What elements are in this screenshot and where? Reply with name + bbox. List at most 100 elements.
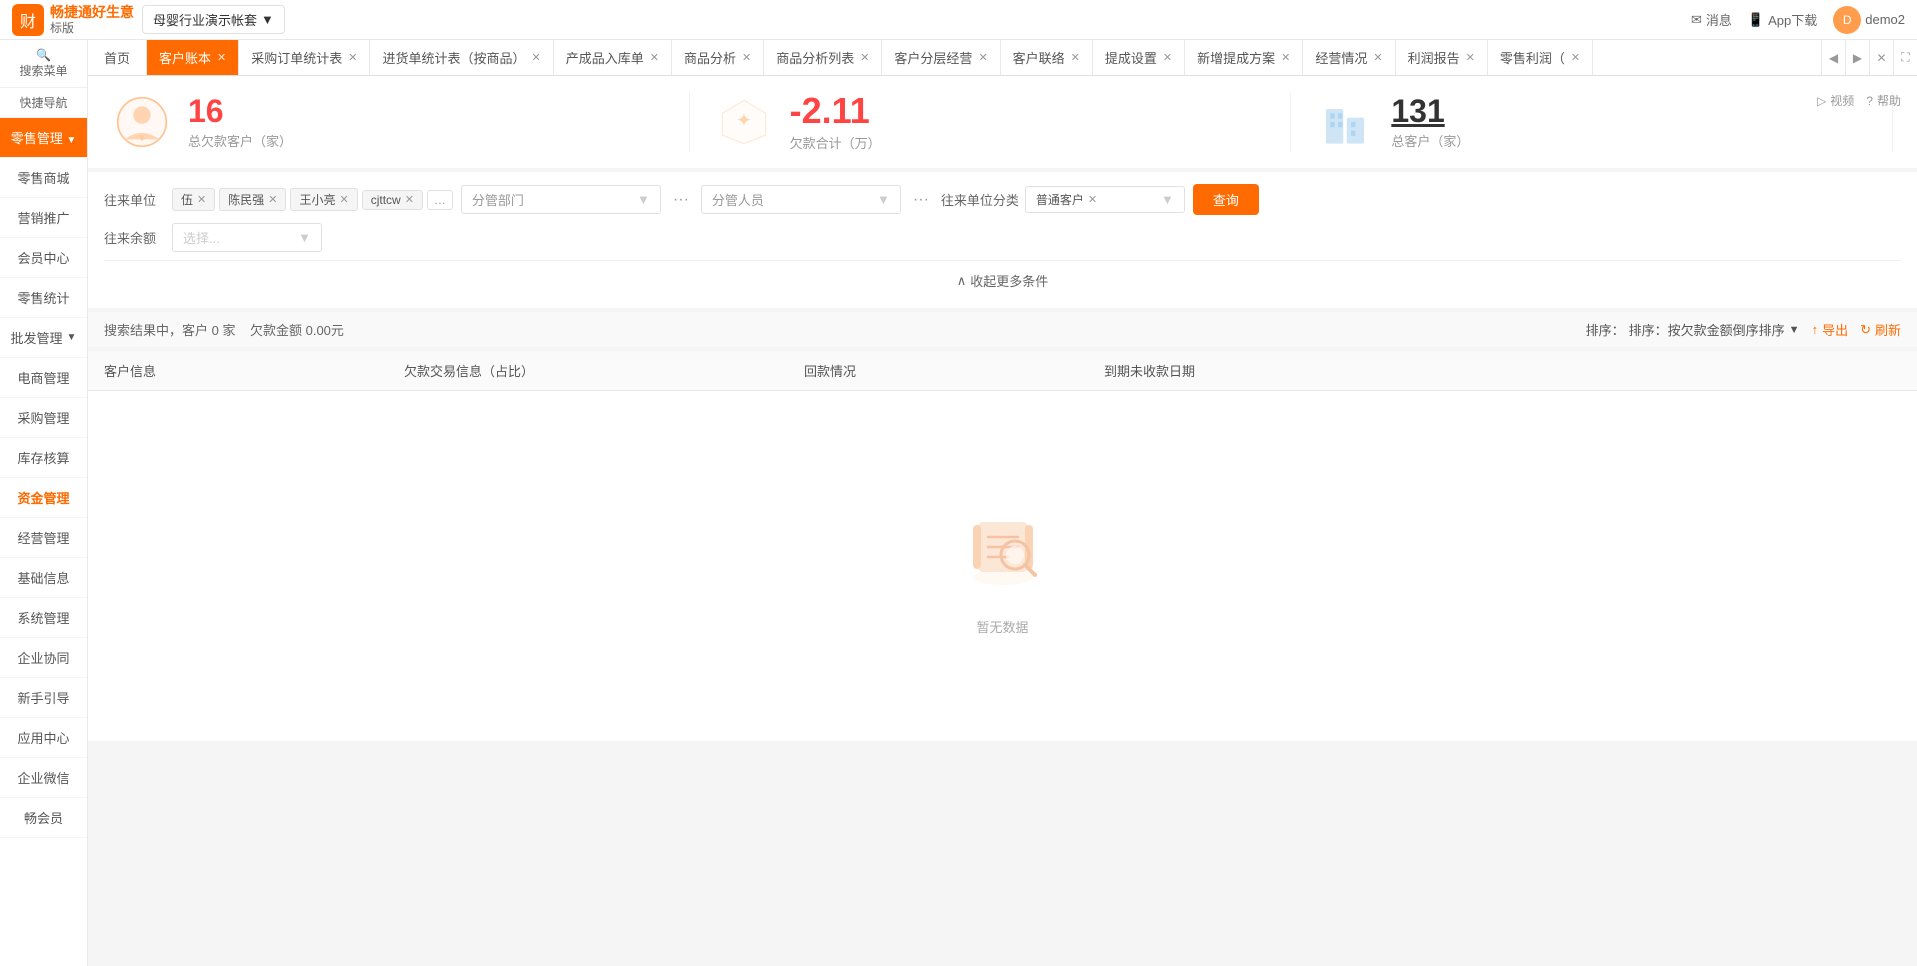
- balance-label: 往来余额: [104, 228, 164, 247]
- app-download-button[interactable]: 📱 App下载: [1748, 10, 1817, 29]
- close-tab-icon[interactable]: ✕: [1281, 51, 1290, 64]
- sidebar-item-enterprise[interactable]: 企业协同: [0, 638, 87, 678]
- mobile-icon: 📱: [1748, 12, 1764, 28]
- balance-filter-input[interactable]: 选择... ▼: [172, 223, 322, 252]
- chevron-down-icon: ▼: [637, 192, 650, 207]
- tab-product-analysis-list[interactable]: 商品分析列表 ✕: [764, 40, 882, 76]
- person-filter-dots[interactable]: ···: [909, 191, 933, 209]
- help-button[interactable]: ? 帮助: [1866, 92, 1901, 109]
- sort-select[interactable]: 排序： 排序：按欠款金额倒序排序 ▼: [1586, 320, 1800, 339]
- close-tab-icon[interactable]: ✕: [1373, 51, 1382, 64]
- person-filter-select[interactable]: 分管人员 ▼: [701, 185, 901, 214]
- chevron-down-icon: ▼: [877, 192, 890, 207]
- unit-tag-wang: 王小亮 ✕: [290, 188, 357, 211]
- tab-home[interactable]: 首页: [88, 40, 147, 76]
- close-tab-icon[interactable]: ✕: [348, 51, 357, 64]
- export-button[interactable]: ↑ 导出: [1812, 320, 1849, 339]
- sidebar-item-member-center[interactable]: 会员中心: [0, 238, 87, 278]
- unit-tag-wang-close[interactable]: ✕: [339, 193, 348, 206]
- unit-filter-label: 往来单位: [104, 190, 164, 209]
- refresh-button[interactable]: ↻ 刷新: [1860, 320, 1901, 339]
- close-tab-icon[interactable]: ✕: [978, 51, 987, 64]
- message-button[interactable]: ✉ 消息: [1691, 10, 1732, 29]
- sidebar-item-inventory[interactable]: 库存核算: [0, 438, 87, 478]
- unit-tag-cjttcw: cjttcw ✕: [362, 190, 423, 210]
- top-bar-right: ✉ 消息 📱 App下载 D demo2: [1691, 6, 1905, 34]
- tab-commission-settings[interactable]: 提成设置 ✕: [1093, 40, 1185, 76]
- stats-help: ▷ 视频 ? 帮助: [1817, 92, 1901, 109]
- video-help-button[interactable]: ▷ 视频: [1817, 92, 1854, 109]
- user-avatar-button[interactable]: D demo2: [1833, 6, 1905, 34]
- sidebar-quick-nav[interactable]: 快捷导航: [0, 88, 87, 118]
- sidebar-item-app-center[interactable]: 应用中心: [0, 718, 87, 758]
- sidebar-item-marketing[interactable]: 营销推广: [0, 198, 87, 238]
- results-summary: 搜索结果中，客户 0 家 欠款金额 0.00元: [104, 320, 344, 339]
- sidebar-item-retail-management[interactable]: 零售管理 ▼: [0, 118, 87, 158]
- sidebar-search-button[interactable]: 🔍 搜索菜单: [0, 40, 87, 88]
- nav-tabs: 首页 客户账本 ✕ 采购订单统计表 ✕ 进货单统计表（按商品） ✕ 产成品入库单…: [88, 40, 1917, 76]
- nav-arrows: ◀ ▶ ✕ ⛶: [1821, 40, 1917, 76]
- unit-tag-cjttcw-close[interactable]: ✕: [405, 193, 414, 206]
- close-tab-icon[interactable]: ✕: [1071, 51, 1080, 64]
- close-tab-icon[interactable]: ✕: [860, 51, 869, 64]
- classify-tag-close[interactable]: ✕: [1088, 193, 1097, 206]
- close-tab-icon[interactable]: ✕: [742, 51, 751, 64]
- top-bar: 财 畅捷通好生意 标版 母婴行业演示帐套 ▼ ✉ 消息 📱 App下载 D de…: [0, 0, 1917, 40]
- export-icon: ↑: [1812, 322, 1819, 337]
- logo-area: 财 畅捷通好生意 标版: [12, 4, 134, 36]
- nav-close-all[interactable]: ✕: [1869, 40, 1893, 76]
- close-tab-icon[interactable]: ✕: [1466, 51, 1475, 64]
- sidebar-item-finance[interactable]: 资金管理: [0, 478, 87, 518]
- logo-icon: 财: [12, 4, 44, 36]
- unit-tag-chen-close[interactable]: ✕: [268, 193, 277, 206]
- tab-product-inbound[interactable]: 产成品入库单 ✕: [554, 40, 672, 76]
- chevron-up-icon: ∧: [957, 273, 967, 289]
- sidebar-item-member[interactable]: 畅会员: [0, 798, 87, 838]
- tab-product-analysis[interactable]: 商品分析 ✕: [672, 40, 764, 76]
- avatar: D: [1833, 6, 1861, 34]
- sidebar-item-ecommerce[interactable]: 电商管理: [0, 358, 87, 398]
- sidebar-item-operations[interactable]: 经营管理: [0, 518, 87, 558]
- collapse-button[interactable]: ∧ 收起更多条件: [945, 265, 1061, 296]
- unit-tag-wu-close[interactable]: ✕: [197, 193, 206, 206]
- close-tab-icon[interactable]: ✕: [650, 51, 659, 64]
- sidebar-item-wholesale[interactable]: 批发管理 ▼: [0, 318, 87, 358]
- sidebar-item-purchase[interactable]: 采购管理: [0, 398, 87, 438]
- sidebar-item-retail-mall[interactable]: 零售商城: [0, 158, 87, 198]
- close-tab-icon[interactable]: ✕: [1571, 51, 1580, 64]
- nav-expand[interactable]: ⛶: [1893, 40, 1917, 76]
- unit-tag-chen: 陈民强 ✕: [219, 188, 286, 211]
- sidebar-item-system[interactable]: 系统管理: [0, 598, 87, 638]
- sidebar-item-guide[interactable]: 新手引导: [0, 678, 87, 718]
- dept-filter-dots[interactable]: ···: [669, 191, 693, 209]
- tab-add-commission[interactable]: 新增提成方案 ✕: [1185, 40, 1303, 76]
- tab-retail-profit[interactable]: 零售利润（ ✕: [1488, 40, 1593, 76]
- sidebar-item-wechat[interactable]: 企业微信: [0, 758, 87, 798]
- sidebar-item-basic-info[interactable]: 基础信息: [0, 558, 87, 598]
- dept-filter-select[interactable]: 分管部门 ▼: [461, 185, 661, 214]
- top-bar-left: 财 畅捷通好生意 标版 母婴行业演示帐套 ▼: [12, 4, 285, 36]
- close-tab-icon[interactable]: ✕: [217, 51, 226, 64]
- tab-customer-ledger[interactable]: 客户账本 ✕: [147, 40, 239, 76]
- tab-customer-tier[interactable]: 客户分层经营 ✕: [882, 40, 1000, 76]
- org-select[interactable]: 母婴行业演示帐套 ▼: [142, 5, 285, 34]
- sidebar-item-retail-stats[interactable]: 零售统计: [0, 278, 87, 318]
- results-actions: 排序： 排序：按欠款金额倒序排序 ▼ ↑ 导出 ↻ 刷新: [1586, 320, 1901, 339]
- col-customer-info: 客户信息: [104, 361, 404, 380]
- tab-purchase-order-stats[interactable]: 采购订单统计表 ✕: [239, 40, 370, 76]
- query-button[interactable]: 查询: [1193, 184, 1259, 215]
- tab-business-status[interactable]: 经营情况 ✕: [1303, 40, 1395, 76]
- unit-tags-more[interactable]: …: [427, 190, 453, 210]
- unit-filter-tags: 伍 ✕ 陈民强 ✕ 王小亮 ✕ cjttcw ✕ …: [172, 188, 453, 211]
- close-tab-icon[interactable]: ✕: [532, 51, 541, 64]
- close-tab-icon[interactable]: ✕: [1163, 51, 1172, 64]
- nav-next-arrow[interactable]: ▶: [1845, 40, 1869, 76]
- stat-label-total: 总客户（家）: [1391, 131, 1469, 150]
- tab-profit-report[interactable]: 利润报告 ✕: [1396, 40, 1488, 76]
- building-icon: [1315, 92, 1375, 152]
- svg-text:¥: ¥: [139, 133, 145, 143]
- classify-filter-select[interactable]: 普通客户 ✕ ▼: [1025, 186, 1185, 213]
- nav-prev-arrow[interactable]: ◀: [1821, 40, 1845, 76]
- tab-purchase-stats-by-product[interactable]: 进货单统计表（按商品） ✕: [370, 40, 553, 76]
- tab-customer-contact[interactable]: 客户联络 ✕: [1001, 40, 1093, 76]
